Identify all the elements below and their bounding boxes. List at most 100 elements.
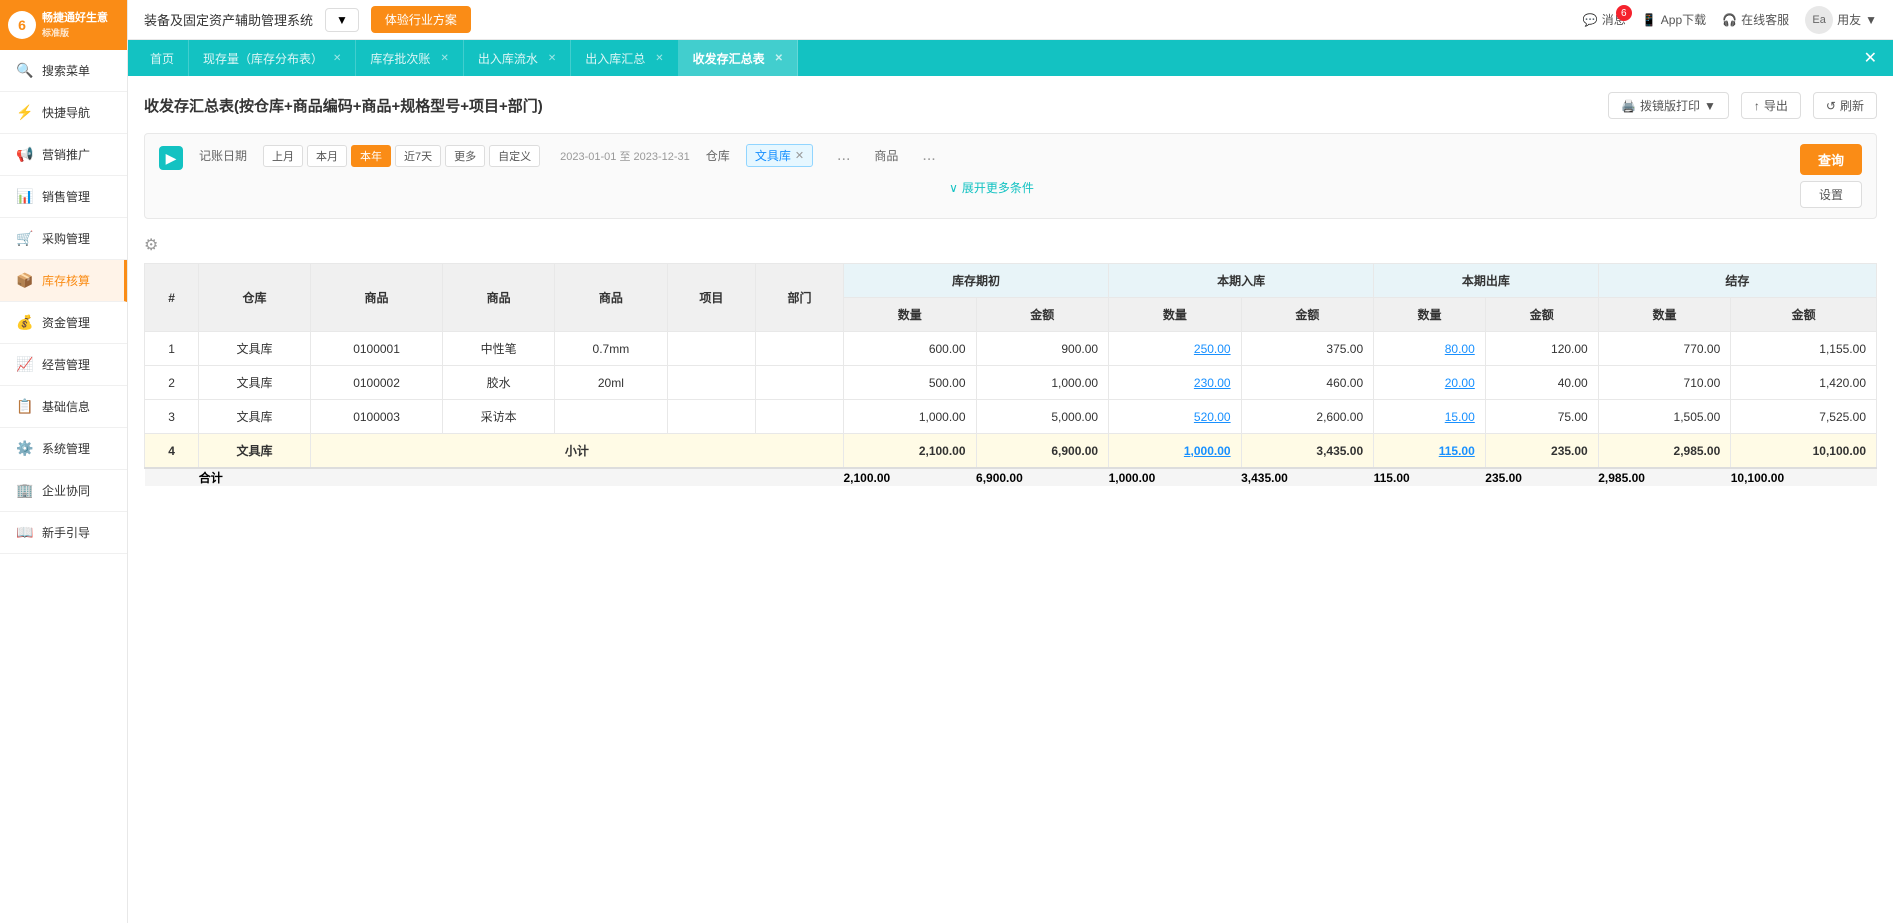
tab-inventory-dist-close[interactable]: ✕ [333,53,341,64]
cell-subtotal-in-qty[interactable]: 1,000.00 [1109,434,1242,469]
tab-batch-ledger-close[interactable]: ✕ [440,53,448,64]
cell-closing-qty: 1,505.00 [1598,400,1731,434]
tab-in-out-flow-close[interactable]: ✕ [548,53,556,64]
tab-in-out-flow[interactable]: 出入库流水 ✕ [464,40,571,76]
experience-button[interactable]: 体验行业方案 [371,6,471,33]
date-btn-last-month[interactable]: 上月 [263,145,303,167]
filter-toggle-button[interactable]: ▶ [159,146,183,170]
cell-in-qty[interactable]: 250.00 [1109,332,1242,366]
cell-total-closing-qty: 2,985.00 [1598,468,1731,486]
system-title: 装备及固定资产辅助管理系统 [144,10,313,29]
sidebar-item-label: 快捷导航 [42,104,90,121]
sidebar-navigation: 🔍 搜索菜单 ⚡ 快捷导航 📢 营销推广 📊 销售管理 🛒 采购管理 📦 库存核… [0,50,127,923]
logo-icon: 6 [8,11,36,39]
date-btn-this-month[interactable]: 本月 [307,145,347,167]
sidebar-item-basic-info[interactable]: 📋 基础信息 [0,386,127,428]
cell-in-qty[interactable]: 520.00 [1109,400,1242,434]
tab-in-out-summary-close[interactable]: ✕ [655,53,663,64]
tab-in-out-flow-label: 出入库流水 [478,50,538,67]
sidebar-logo: 6 畅捷通好生意 标准版 [0,0,127,50]
dropdown-icon: ▼ [336,13,348,27]
export-label: 导出 [1764,97,1788,114]
query-button[interactable]: 查询 [1800,144,1862,175]
cell-subtotal-no: 4 [145,434,199,469]
tab-batch-ledger[interactable]: 库存批次账 ✕ [356,40,463,76]
cell-goods-name: 中性笔 [443,332,555,366]
cell-total-no [145,468,199,486]
cell-out-qty[interactable]: 80.00 [1374,332,1486,366]
cell-in-qty[interactable]: 230.00 [1109,366,1242,400]
col-no-header: # [145,264,199,332]
sidebar-item-system[interactable]: ⚙️ 系统管理 [0,428,127,470]
cell-total-opening-amt: 6,900.00 [976,468,1109,486]
sidebar-item-operations[interactable]: 📈 经营管理 [0,344,127,386]
cell-subtotal-label: 小计 [310,434,843,469]
online-service-action[interactable]: 🎧 在线客服 [1722,11,1789,28]
date-btn-more[interactable]: 更多 [445,145,485,167]
box-icon: 📦 [16,272,34,289]
sidebar-item-purchase[interactable]: 🛒 采购管理 [0,218,127,260]
cell-opening-qty: 600.00 [844,332,977,366]
col-out-group-header: 本期出库 [1374,264,1599,298]
cell-subtotal-out-qty[interactable]: 115.00 [1374,434,1486,469]
col-closing-group-header: 结存 [1598,264,1876,298]
clipboard-icon: 📋 [16,398,34,415]
printer-icon: 🖨️ [1621,99,1636,113]
filter-main: 记账日期 上月 本月 本年 近7天 更多 自定义 2023-01-01 至 20… [199,144,1784,200]
message-action[interactable]: 💬 消息 6 [1583,11,1626,28]
main-area: 装备及固定资产辅助管理系统 ▼ 体验行业方案 💬 消息 6 📱 App下载 🎧 … [128,0,1893,923]
filter-actions: 查询 设置 [1800,144,1862,208]
sidebar-item-sales[interactable]: 📊 销售管理 [0,176,127,218]
goods-dots[interactable]: ... [922,147,935,165]
sidebar-item-finance[interactable]: 💰 资金管理 [0,302,127,344]
refresh-button[interactable]: ↺ 刷新 [1813,92,1877,119]
tab-receive-send-close[interactable]: ✕ [775,53,783,64]
sidebar-item-label: 系统管理 [42,440,90,457]
app-download-label: App下载 [1661,11,1706,28]
date-btn-7days[interactable]: 近7天 [395,145,441,167]
tab-home[interactable]: 首页 [136,40,189,76]
cell-opening-qty: 500.00 [844,366,977,400]
tab-bar-close[interactable]: ✕ [1856,48,1885,68]
col-warehouse-header: 仓库 [199,264,311,332]
sidebar-item-inventory[interactable]: 📦 库存核算 [0,260,127,302]
export-button[interactable]: ↑ 导出 [1741,92,1801,119]
date-btn-this-year[interactable]: 本年 [351,145,391,167]
settings-button[interactable]: 设置 [1800,181,1862,208]
tab-receive-send-summary[interactable]: 收发存汇总表 ✕ [679,40,798,76]
sidebar-item-label: 经营管理 [42,356,90,373]
cell-out-qty[interactable]: 20.00 [1374,366,1486,400]
warehouse-dots[interactable]: ... [837,147,850,165]
warehouse-tag-value: 文具库 [755,147,791,164]
cell-total-in-qty: 1,000.00 [1109,468,1242,486]
col-department-header: 部门 [755,264,843,332]
trend-icon: 📈 [16,356,34,373]
sidebar-item-marketing[interactable]: 📢 营销推广 [0,134,127,176]
sidebar-item-quick-nav[interactable]: ⚡ 快捷导航 [0,92,127,134]
building-icon: 🏢 [16,482,34,499]
headset-icon: 🎧 [1722,13,1737,27]
app-download-action[interactable]: 📱 App下载 [1642,11,1706,28]
sidebar-item-guide[interactable]: 📖 新手引导 [0,512,127,554]
cell-project [667,400,755,434]
megaphone-icon: 📢 [16,146,34,163]
sidebar-item-search[interactable]: 🔍 搜索菜单 [0,50,127,92]
cell-department [755,400,843,434]
warehouse-tag-close[interactable]: ✕ [795,149,804,162]
expand-label: 展开更多条件 [962,179,1034,196]
cell-out-amt: 120.00 [1485,332,1598,366]
user-action[interactable]: Ea 用友 ▼ [1805,6,1877,34]
cell-total-label: 合计 [199,468,844,486]
online-service-label: 在线客服 [1741,11,1789,28]
logo-title: 畅捷通好生意 [42,11,108,26]
col-in-group-header: 本期入库 [1109,264,1374,298]
system-dropdown[interactable]: ▼ [325,8,359,32]
table-settings-icon[interactable]: ⚙ [144,235,158,255]
sidebar-item-enterprise[interactable]: 🏢 企业协同 [0,470,127,512]
date-btn-custom[interactable]: 自定义 [489,145,540,167]
expand-button[interactable]: ∨ 展开更多条件 [199,175,1784,200]
tab-inventory-dist[interactable]: 现存量（库存分布表） ✕ [189,40,356,76]
print-button[interactable]: 🖨️ 拨镜版打印 ▼ [1608,92,1729,119]
tab-in-out-summary[interactable]: 出入库汇总 ✕ [571,40,678,76]
cell-out-qty[interactable]: 15.00 [1374,400,1486,434]
